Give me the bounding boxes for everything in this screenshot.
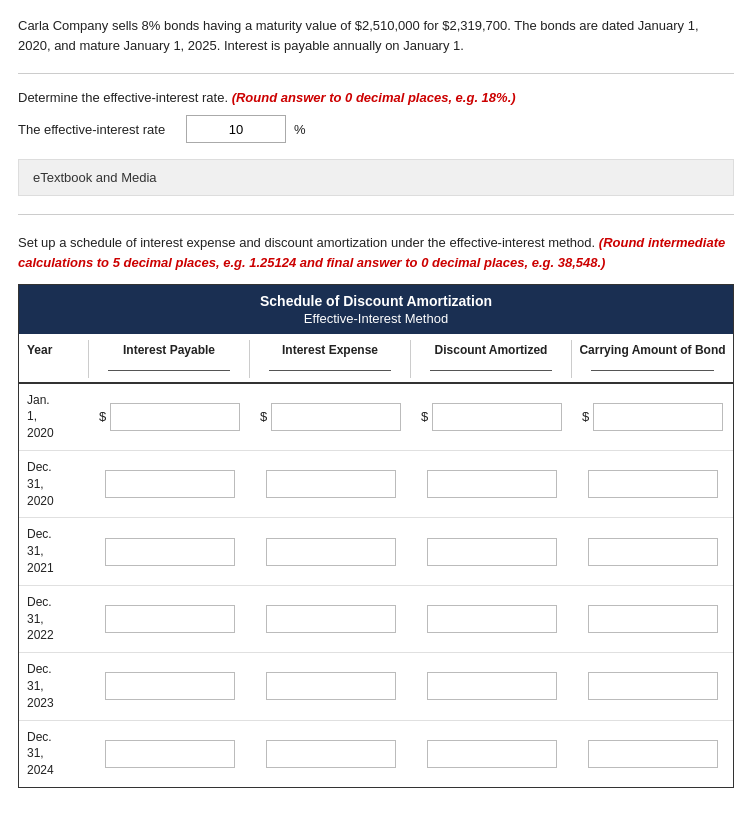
carrying-amount-input-2022[interactable]: [588, 605, 718, 633]
interest-payable-cell-2022: [89, 601, 250, 637]
determine-label: Determine the effective-interest rate. (…: [18, 90, 734, 105]
table-title-main: Schedule of Discount Amortization: [23, 293, 729, 309]
table-header: Schedule of Discount Amortization Effect…: [19, 285, 733, 334]
carrying-amount-cell-2024: [572, 736, 733, 772]
interest-payable-input-dec2020[interactable]: [105, 470, 235, 498]
interest-expense-input-2021[interactable]: [266, 538, 396, 566]
carrying-amount-cell-jan2020: $: [572, 397, 733, 437]
interest-payable-cell-jan2020: $: [89, 397, 250, 437]
table-title-sub: Effective-Interest Method: [23, 311, 729, 326]
col-discount-amortized: Discount Amortized: [411, 340, 572, 378]
interest-payable-cell-2024: [89, 736, 250, 772]
year-cell-2023: Dec.31,2023: [19, 657, 89, 715]
interest-payable-input-2021[interactable]: [105, 538, 235, 566]
carrying-amount-input-2023[interactable]: [588, 672, 718, 700]
interest-expense-input-2024[interactable]: [266, 740, 396, 768]
year-cell-2020-jan: Jan.1,2020: [19, 388, 89, 446]
divider-1: [18, 73, 734, 74]
year-cell-2021: Dec.31,2021: [19, 522, 89, 580]
interest-payable-input-2023[interactable]: [105, 672, 235, 700]
setup-text-section: Set up a schedule of interest expense an…: [18, 233, 734, 272]
year-cell-2020-dec: Dec.31,2020: [19, 455, 89, 513]
interest-expense-cell-2021: [250, 534, 411, 570]
year-cell-2022: Dec.31,2022: [19, 590, 89, 648]
carrying-amount-cell-2022: [572, 601, 733, 637]
discount-amortized-input-jan2020[interactable]: [432, 403, 562, 431]
interest-expense-input-jan2020[interactable]: [271, 403, 401, 431]
interest-expense-cell-dec2020: [250, 466, 411, 502]
rate-input[interactable]: [186, 115, 286, 143]
carrying-amount-cell-dec2020: [572, 466, 733, 502]
rate-label: The effective-interest rate: [18, 122, 178, 137]
discount-amortized-cell-2021: [411, 534, 572, 570]
determine-instruction: (Round answer to 0 decimal places, e.g. …: [232, 90, 516, 105]
carrying-amount-input-2021[interactable]: [588, 538, 718, 566]
table-col-headers: Year Interest Payable Interest Expense D…: [19, 334, 733, 384]
schedule-table: Schedule of Discount Amortization Effect…: [18, 284, 734, 788]
col-interest-payable: Interest Payable: [89, 340, 250, 378]
interest-expense-cell-2023: [250, 668, 411, 704]
discount-amortized-cell-2023: [411, 668, 572, 704]
interest-payable-cell-dec2020: [89, 466, 250, 502]
table-row: Dec.31,2024: [19, 721, 733, 787]
col-interest-expense: Interest Expense: [250, 340, 411, 378]
table-row: Dec.31,2021: [19, 518, 733, 585]
table-row: Dec.31,2020: [19, 451, 733, 518]
discount-amortized-input-2024[interactable]: [427, 740, 557, 768]
discount-amortized-cell-2024: [411, 736, 572, 772]
year-cell-2024: Dec.31,2024: [19, 725, 89, 783]
interest-rate-row: The effective-interest rate %: [18, 115, 734, 143]
carrying-amount-input-dec2020[interactable]: [588, 470, 718, 498]
etextbook-bar[interactable]: eTextbook and Media: [18, 159, 734, 196]
discount-amortized-input-2022[interactable]: [427, 605, 557, 633]
interest-expense-input-2022[interactable]: [266, 605, 396, 633]
table-row: Jan.1,2020 $ $ $ $: [19, 384, 733, 451]
interest-payable-input-2022[interactable]: [105, 605, 235, 633]
interest-expense-cell-jan2020: $: [250, 397, 411, 437]
determine-section: Determine the effective-interest rate. (…: [18, 90, 734, 143]
setup-text: Set up a schedule of interest expense an…: [18, 235, 595, 250]
discount-amortized-input-dec2020[interactable]: [427, 470, 557, 498]
interest-expense-cell-2022: [250, 601, 411, 637]
interest-payable-cell-2021: [89, 534, 250, 570]
table-row: Dec.31,2022: [19, 586, 733, 653]
interest-payable-cell-2023: [89, 668, 250, 704]
carrying-amount-cell-2021: [572, 534, 733, 570]
interest-payable-input-jan2020[interactable]: [110, 403, 240, 431]
discount-amortized-input-2023[interactable]: [427, 672, 557, 700]
interest-payable-input-2024[interactable]: [105, 740, 235, 768]
interest-expense-input-dec2020[interactable]: [266, 470, 396, 498]
interest-expense-input-2023[interactable]: [266, 672, 396, 700]
etextbook-label: eTextbook and Media: [33, 170, 157, 185]
col-year: Year: [19, 340, 89, 378]
divider-2: [18, 214, 734, 215]
discount-amortized-cell-2022: [411, 601, 572, 637]
discount-amortized-input-2021[interactable]: [427, 538, 557, 566]
carrying-amount-cell-2023: [572, 668, 733, 704]
carrying-amount-input-2024[interactable]: [588, 740, 718, 768]
table-row: Dec.31,2023: [19, 653, 733, 720]
carrying-amount-input-jan2020[interactable]: [593, 403, 723, 431]
intro-text: Carla Company sells 8% bonds having a ma…: [18, 16, 734, 55]
discount-amortized-cell-dec2020: [411, 466, 572, 502]
pct-label: %: [294, 122, 306, 137]
col-carrying-amount: Carrying Amount of Bond: [572, 340, 733, 378]
interest-expense-cell-2024: [250, 736, 411, 772]
determine-text: Determine the effective-interest rate.: [18, 90, 228, 105]
discount-amortized-cell-jan2020: $: [411, 397, 572, 437]
